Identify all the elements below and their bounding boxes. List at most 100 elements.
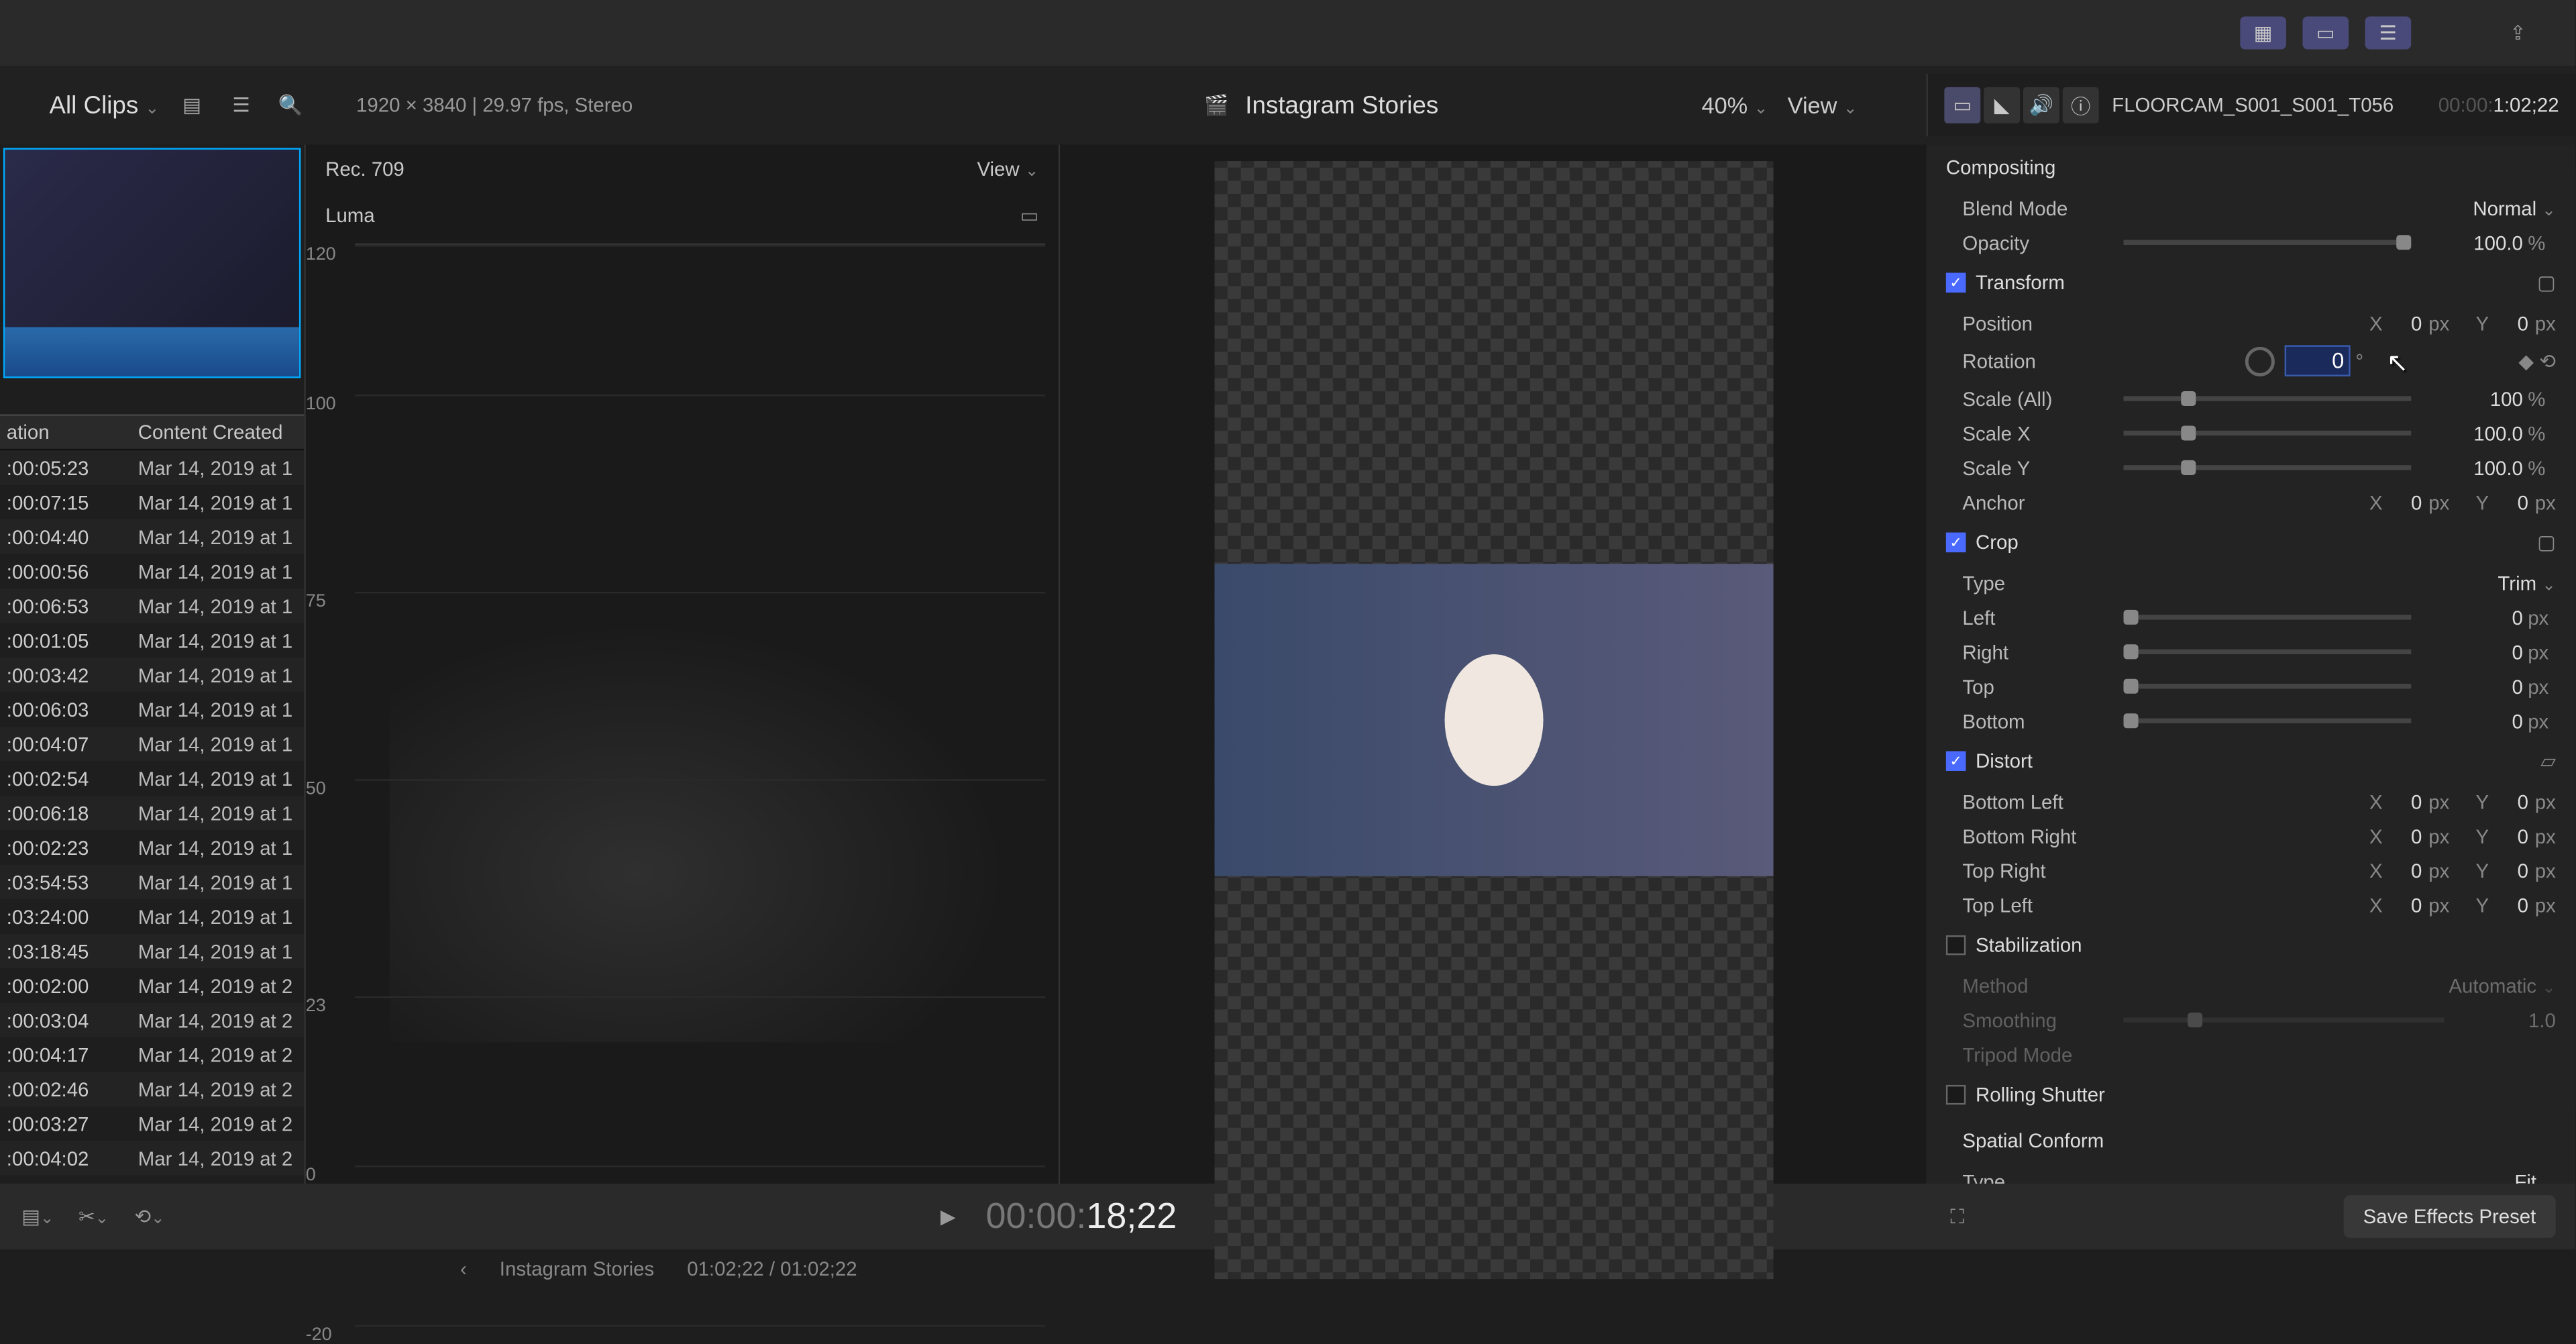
br-y[interactable]: 0: [2496, 825, 2528, 847]
br-x[interactable]: 0: [2389, 825, 2422, 847]
share-icon[interactable]: ⇪: [2510, 21, 2526, 44]
label-tripod: Tripod Mode: [1962, 1043, 2110, 1066]
playhead-timecode[interactable]: 00:00:18;22: [986, 1194, 1177, 1239]
opacity-slider[interactable]: [2123, 240, 2411, 245]
clip-row[interactable]: :00:02:00Mar 14, 2019 at 2: [0, 968, 304, 1002]
scale-x-value[interactable]: 100.0: [2424, 421, 2523, 444]
clip-row[interactable]: :00:07:15Mar 14, 2019 at 1: [0, 485, 304, 519]
crop-type-select[interactable]: Trim ⌄: [2498, 571, 2555, 594]
inspector-tab-audio[interactable]: 🔊: [2023, 87, 2059, 123]
position-x[interactable]: 0: [2389, 311, 2422, 334]
scope-tick: 23: [306, 996, 326, 1015]
anchor-x[interactable]: 0: [2389, 490, 2422, 513]
blend-mode-select[interactable]: Normal ⌄: [2473, 197, 2555, 219]
clip-thumbnail[interactable]: [3, 148, 301, 378]
clip-row[interactable]: :00:02:54Mar 14, 2019 at 1: [0, 761, 304, 795]
inspector-tab-color[interactable]: ◣: [1984, 87, 2020, 123]
layout-button-3[interactable]: ☰: [2365, 17, 2411, 50]
viewer-image: [1214, 564, 1772, 876]
scope-view-menu[interactable]: View ⌄: [977, 158, 1038, 180]
crop-bottom-value[interactable]: 0: [2424, 709, 2523, 732]
column-duration[interactable]: ation: [0, 421, 128, 444]
clip-row[interactable]: :00:04:02Mar 14, 2019 at 2: [0, 1141, 304, 1175]
conform-type-select[interactable]: Fit ⌄: [2514, 1170, 2555, 1184]
crop-left-slider[interactable]: [2123, 615, 2411, 619]
bl-x[interactable]: 0: [2389, 790, 2422, 813]
scale-y-slider[interactable]: [2123, 465, 2411, 470]
tr-y[interactable]: 0: [2496, 859, 2528, 882]
view-menu[interactable]: View ⌄: [1788, 92, 1858, 118]
scale-all-value[interactable]: 100: [2424, 387, 2523, 410]
search-icon[interactable]: 🔍: [274, 89, 307, 121]
viewer-frame[interactable]: [1214, 161, 1772, 1279]
clip-row[interactable]: :00:04:07Mar 14, 2019 at 1: [0, 727, 304, 761]
tl-x[interactable]: 0: [2389, 894, 2422, 917]
header-row: All Clips ⌄ ▤ ☰ 🔍 1920 × 3840 | 29.97 fp…: [0, 66, 2575, 145]
transform-reset-icon[interactable]: ▢: [2537, 271, 2556, 294]
position-y[interactable]: 0: [2496, 311, 2528, 334]
clip-row[interactable]: :03:54:53Mar 14, 2019 at 1: [0, 865, 304, 899]
clip-row[interactable]: :03:24:00Mar 14, 2019 at 1: [0, 899, 304, 933]
transform-checkbox[interactable]: [1946, 273, 1966, 293]
clip-row[interactable]: :00:03:04Mar 14, 2019 at 2: [0, 1003, 304, 1037]
crop-top-slider[interactable]: [2123, 684, 2411, 688]
distort-checkbox[interactable]: [1946, 752, 1966, 771]
footer-back-icon[interactable]: ‹: [460, 1257, 467, 1280]
inspector-tab-video[interactable]: ▭: [1944, 87, 1980, 123]
clip-row[interactable]: :00:06:18Mar 14, 2019 at 1: [0, 796, 304, 830]
save-effects-preset-button[interactable]: Save Effects Preset: [2343, 1195, 2555, 1238]
viewer: [1060, 145, 1926, 1184]
clip-row[interactable]: :00:03:27Mar 14, 2019 at 2: [0, 1106, 304, 1141]
clip-row[interactable]: :00:03:42Mar 14, 2019 at 1: [0, 658, 304, 692]
video-scope: Rec. 709 View ⌄ Luma ▭ 1201007550230-20: [304, 145, 1060, 1184]
clip-row[interactable]: :03:18:45Mar 14, 2019 at 1: [0, 934, 304, 968]
inspector-tab-info[interactable]: ⓘ: [2063, 87, 2099, 123]
clip-row[interactable]: :00:05:23Mar 14, 2019 at 1: [0, 450, 304, 484]
list-icon[interactable]: ☰: [225, 89, 258, 121]
crop-right-value[interactable]: 0: [2424, 640, 2523, 663]
scope-settings-icon[interactable]: ▭: [1020, 204, 1039, 227]
rolling-shutter-checkbox[interactable]: [1946, 1085, 1966, 1104]
clip-row[interactable]: :00:02:46Mar 14, 2019 at 2: [0, 1072, 304, 1106]
play-icon[interactable]: ▶: [930, 1205, 966, 1228]
crop-right-slider[interactable]: [2123, 650, 2411, 654]
distort-reset-icon[interactable]: ▱: [2540, 749, 2556, 772]
clip-row[interactable]: :00:02:23Mar 14, 2019 at 1: [0, 830, 304, 864]
clip-row[interactable]: :00:04:17Mar 14, 2019 at 2: [0, 1037, 304, 1072]
snap-icon[interactable]: ⟲⌄: [131, 1205, 168, 1228]
scale-x-slider[interactable]: [2123, 431, 2411, 435]
tr-x[interactable]: 0: [2389, 859, 2422, 882]
clip-row[interactable]: :00:01:05Mar 14, 2019 at 1: [0, 623, 304, 658]
rotation-input[interactable]: [2285, 346, 2351, 377]
clip-filter[interactable]: All Clips ⌄: [50, 91, 160, 119]
stabilization-checkbox[interactable]: [1946, 935, 1966, 955]
anchor-y[interactable]: 0: [2496, 490, 2528, 513]
title-bar: ▦ ▭ ☰ ⇪: [0, 0, 2575, 66]
clip-row[interactable]: :00:04:40Mar 14, 2019 at 1: [0, 519, 304, 554]
tool-icon[interactable]: ✂⌄: [76, 1205, 112, 1228]
clip-row[interactable]: :00:00:56Mar 14, 2019 at 1: [0, 554, 304, 588]
column-created[interactable]: Content Created: [128, 421, 304, 444]
crop-left-value[interactable]: 0: [2424, 606, 2523, 629]
scale-y-value[interactable]: 100.0: [2424, 456, 2523, 479]
crop-reset-icon[interactable]: ▢: [2537, 531, 2556, 554]
clip-row[interactable]: :00:06:53Mar 14, 2019 at 1: [0, 588, 304, 623]
rotation-dial[interactable]: [2245, 346, 2275, 376]
crop-bottom-slider[interactable]: [2123, 719, 2411, 723]
clip-appearance-icon[interactable]: ▤⌄: [19, 1205, 56, 1228]
tl-y[interactable]: 0: [2496, 894, 2528, 917]
opacity-value[interactable]: 100.0: [2424, 231, 2523, 254]
zoom-level[interactable]: 40% ⌄: [1702, 92, 1768, 118]
filmstrip-icon[interactable]: ▤: [176, 89, 209, 121]
section-transform: Transform: [1976, 271, 2065, 294]
scale-all-slider[interactable]: [2123, 396, 2411, 401]
crop-checkbox[interactable]: [1946, 533, 1966, 552]
bl-y[interactable]: 0: [2496, 790, 2528, 813]
clip-row[interactable]: :00:13;17Mar 14, 2019 at 2: [0, 1176, 304, 1184]
clip-row[interactable]: :00:06:03Mar 14, 2019 at 1: [0, 692, 304, 726]
crop-top-value[interactable]: 0: [2424, 675, 2523, 698]
scope-colorspace: Rec. 709: [325, 158, 405, 180]
layout-button-1[interactable]: ▦: [2240, 17, 2286, 50]
fullscreen-icon[interactable]: ⛶: [1939, 1204, 1976, 1229]
layout-button-2[interactable]: ▭: [2302, 17, 2349, 50]
